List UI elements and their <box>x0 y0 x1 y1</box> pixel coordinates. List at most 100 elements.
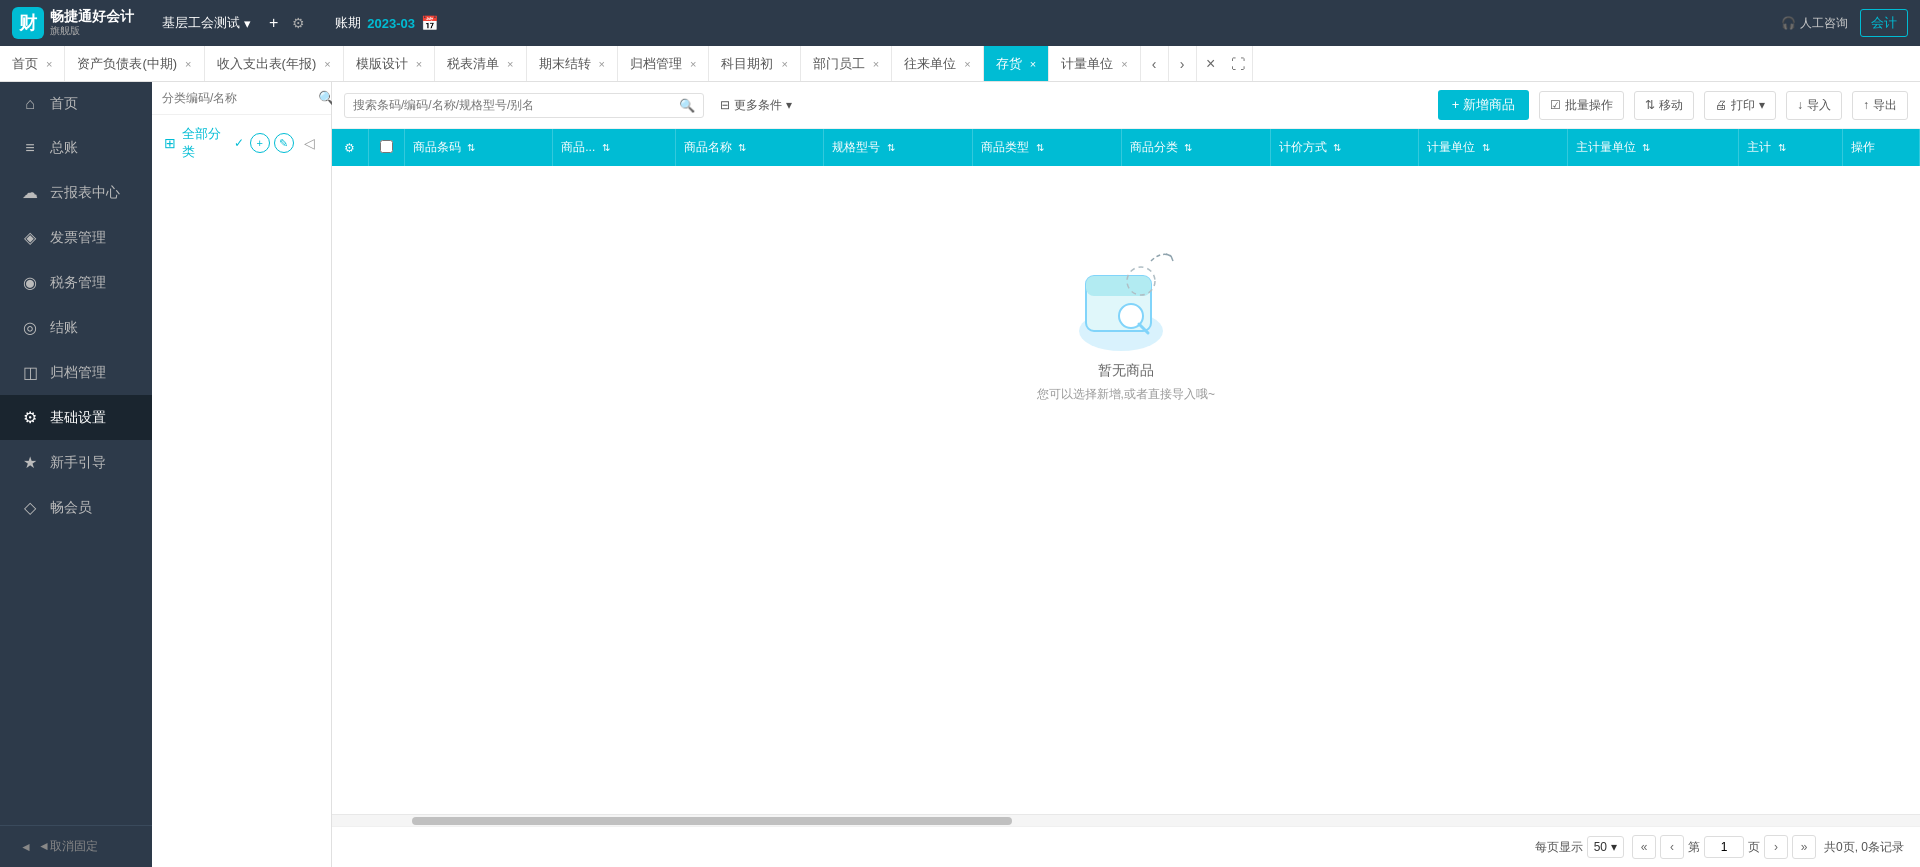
tab-balance-close[interactable]: × <box>185 58 191 70</box>
tab-period-end[interactable]: 期末结转 × <box>527 46 618 82</box>
page-suffix: 页 <box>1748 839 1760 856</box>
th-spec[interactable]: 规格型号 ⇅ <box>824 129 973 166</box>
tab-dept[interactable]: 部门员工 × <box>801 46 892 82</box>
category-add-icon[interactable]: + <box>250 133 270 153</box>
tab-inventory[interactable]: 存货 × <box>984 46 1049 82</box>
tab-archive-close[interactable]: × <box>690 58 696 70</box>
empty-illustration <box>1066 246 1186 346</box>
th-unit[interactable]: 计量单位 ⇅ <box>1419 129 1568 166</box>
product-search-input[interactable] <box>353 98 673 112</box>
batch-op-btn[interactable]: ☑ 批量操作 <box>1539 91 1624 120</box>
th-settings[interactable]: ⚙ <box>332 129 368 166</box>
per-page-label: 每页显示 <box>1535 839 1583 856</box>
tab-subject[interactable]: 科目期初 × <box>709 46 800 82</box>
sidebar-item-ledger[interactable]: ≡ 总账 <box>0 126 152 170</box>
tab-dept-close[interactable]: × <box>873 58 879 70</box>
per-page-select[interactable]: 50 ▾ <box>1587 836 1624 858</box>
sidebar-item-archive[interactable]: ◫ 归档管理 <box>0 350 152 395</box>
sidebar-label-ledger: 总账 <box>50 139 78 157</box>
add-product-btn[interactable]: + 新增商品 <box>1438 90 1529 120</box>
print-btn[interactable]: 🖨 打印 ▾ <box>1704 91 1776 120</box>
print-down-icon: ▾ <box>1759 98 1765 112</box>
help-button[interactable]: 🎧 人工咨询 <box>1781 15 1848 32</box>
th-type[interactable]: 商品类型 ⇅ <box>973 129 1122 166</box>
tab-template-close[interactable]: × <box>416 58 422 70</box>
tab-subject-label: 科目期初 <box>721 55 773 73</box>
calendar-icon[interactable]: 📅 <box>421 15 438 31</box>
th-checkbox[interactable] <box>368 129 404 166</box>
category-search-input[interactable] <box>162 91 312 105</box>
tab-balance-sheet[interactable]: 资产负债表(中期) × <box>65 46 204 82</box>
select-all-checkbox[interactable] <box>380 140 393 153</box>
search-icon[interactable]: 🔍 <box>679 98 695 113</box>
sidebar-item-reports[interactable]: ☁ 云报表中心 <box>0 170 152 215</box>
sidebar-item-settlement[interactable]: ◎ 结账 <box>0 305 152 350</box>
tab-supplier-close[interactable]: × <box>964 58 970 70</box>
tab-expand-btn[interactable]: ⛶ <box>1225 46 1253 82</box>
header-right: 🎧 人工咨询 会计 <box>1781 9 1908 37</box>
sidebar-item-tax[interactable]: ◉ 税务管理 <box>0 260 152 305</box>
tab-income[interactable]: 收入支出表(年报) × <box>205 46 344 82</box>
category-all-item[interactable]: ⊞ 全部分类 ✓ + ✎ ◁ <box>152 115 331 171</box>
horizontal-scrollbar[interactable] <box>332 814 1920 826</box>
filter-btn[interactable]: ⊟ 更多条件 ▾ <box>712 93 800 118</box>
sidebar-unpin-btn[interactable]: ◄ ◄取消固定 <box>0 825 152 867</box>
th-price-method[interactable]: 计价方式 ⇅ <box>1270 129 1419 166</box>
tab-archive[interactable]: 归档管理 × <box>618 46 709 82</box>
th-code[interactable]: 商品... ⇅ <box>553 129 675 166</box>
add-tab-area[interactable]: + <box>269 14 278 32</box>
reports-icon: ☁ <box>20 183 40 202</box>
add-product-label: + 新增商品 <box>1452 96 1515 114</box>
grid-icon: ⊞ <box>164 135 176 151</box>
tab-unit-close[interactable]: × <box>1121 58 1127 70</box>
tab-inventory-close[interactable]: × <box>1030 58 1036 70</box>
th-main-count[interactable]: 主计 ⇅ <box>1739 129 1843 166</box>
export-btn[interactable]: ↑ 导出 <box>1852 91 1908 120</box>
last-page-btn[interactable]: » <box>1792 835 1816 859</box>
batch-icon: ☑ <box>1550 98 1561 112</box>
tab-unit[interactable]: 计量单位 × <box>1049 46 1140 82</box>
sidebar-item-settings[interactable]: ⚙ 基础设置 <box>0 395 152 440</box>
company-selector[interactable]: 基层工会测试 ▾ <box>162 14 251 32</box>
next-page-btn[interactable]: › <box>1764 835 1788 859</box>
th-name[interactable]: 商品名称 ⇅ <box>675 129 824 166</box>
sidebar-item-invoice[interactable]: ◈ 发票管理 <box>0 215 152 260</box>
import-btn[interactable]: ↓ 导入 <box>1786 91 1842 120</box>
table-wrapper: ⚙ 商品条码 ⇅ 商品... ⇅ 商品名称 ⇅ 规格型号 ⇅ 商品类型 ⇅ 商品… <box>332 129 1920 814</box>
tab-subject-close[interactable]: × <box>781 58 787 70</box>
tab-unit-label: 计量单位 <box>1061 55 1113 73</box>
th-category[interactable]: 商品分类 ⇅ <box>1121 129 1270 166</box>
settlement-icon: ◎ <box>20 318 40 337</box>
sidebar-item-member[interactable]: ◇ 畅会员 <box>0 485 152 530</box>
panel-collapse-btn[interactable]: ◁ <box>300 131 319 155</box>
tab-home-close[interactable]: × <box>46 58 52 70</box>
period-value: 2023-03 <box>367 16 415 31</box>
first-page-btn[interactable]: « <box>1632 835 1656 859</box>
header-settings-icon[interactable]: ⚙ <box>292 15 305 31</box>
prev-page-btn[interactable]: ‹ <box>1660 835 1684 859</box>
member-icon: ◇ <box>20 498 40 517</box>
sidebar-item-guide[interactable]: ★ 新手引导 <box>0 440 152 485</box>
import-icon: ↓ <box>1797 98 1803 112</box>
tab-tax[interactable]: 税表清单 × <box>435 46 526 82</box>
move-btn[interactable]: ⇅ 移动 <box>1634 91 1694 120</box>
page-input[interactable] <box>1704 836 1744 858</box>
sidebar-item-home[interactable]: ⌂ 首页 <box>0 82 152 126</box>
scrollbar-thumb[interactable] <box>412 817 1012 825</box>
category-edit-icon[interactable]: ✎ <box>274 133 294 153</box>
tab-supplier[interactable]: 往来单位 × <box>892 46 983 82</box>
tab-home[interactable]: 首页 × <box>0 46 65 82</box>
toolbar: 🔍 ⊟ 更多条件 ▾ + 新增商品 ☑ 批量操作 <box>332 82 1920 129</box>
tab-prev-btn[interactable]: ‹ <box>1141 46 1169 82</box>
tab-template[interactable]: 模版设计 × <box>344 46 435 82</box>
settings-icon-area[interactable]: ⚙ <box>292 15 305 31</box>
account-button[interactable]: 会计 <box>1860 9 1908 37</box>
th-main-unit[interactable]: 主计量单位 ⇅ <box>1568 129 1739 166</box>
tab-period-end-close[interactable]: × <box>599 58 605 70</box>
tab-next-btn[interactable]: › <box>1169 46 1197 82</box>
th-barcode[interactable]: 商品条码 ⇅ <box>404 129 553 166</box>
tab-tax-close[interactable]: × <box>507 58 513 70</box>
add-icon[interactable]: + <box>269 14 278 32</box>
tab-close-all-btn[interactable]: × <box>1197 46 1225 82</box>
tab-income-close[interactable]: × <box>324 58 330 70</box>
